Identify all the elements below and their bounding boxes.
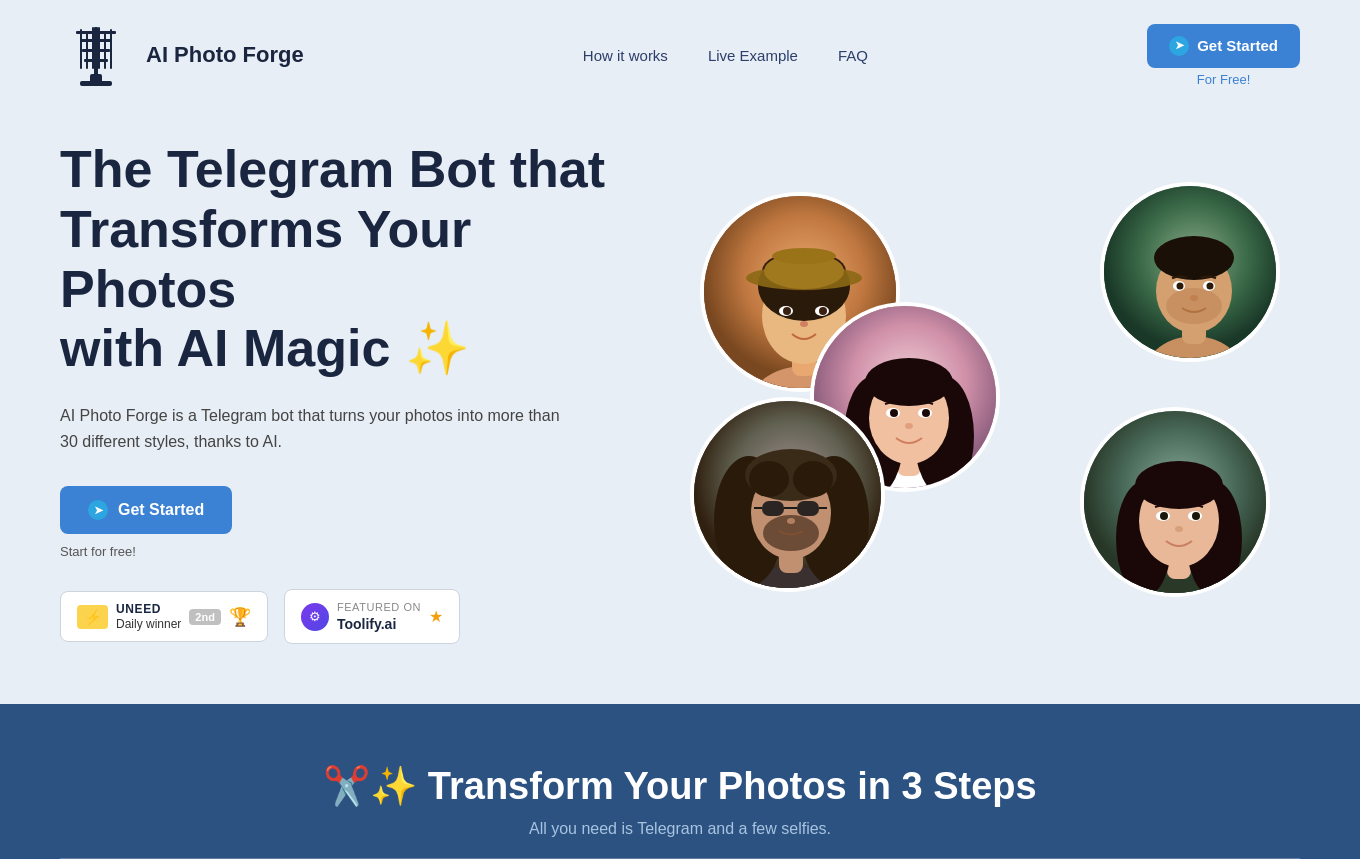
svg-point-49 xyxy=(905,423,913,429)
brand-name: AI Photo Forge xyxy=(146,42,304,68)
bolt-icon: ⚡ xyxy=(77,605,108,629)
svg-point-35 xyxy=(1177,282,1184,289)
steps-title: ✂️✨ Transform Your Photos in 3 Steps xyxy=(60,764,1300,808)
nav-faq[interactable]: FAQ xyxy=(838,47,868,64)
svg-point-47 xyxy=(890,409,898,417)
nav-live-example[interactable]: Live Example xyxy=(708,47,798,64)
header: AI Photo Forge How it works Live Example… xyxy=(0,0,1360,110)
steps-header: ✂️✨ Transform Your Photos in 3 Steps All… xyxy=(60,764,1300,838)
svg-point-21 xyxy=(772,248,836,264)
svg-point-72 xyxy=(1135,461,1223,509)
svg-rect-11 xyxy=(104,33,106,69)
nav-how-it-works[interactable]: How it works xyxy=(583,47,668,64)
hero-section: The Telegram Bot that Transforms Your Ph… xyxy=(0,110,1360,704)
start-free-label: Start for free! xyxy=(60,544,660,559)
svg-rect-1 xyxy=(80,81,112,86)
svg-point-48 xyxy=(922,409,930,417)
star-icon: ★ xyxy=(429,607,443,626)
svg-rect-10 xyxy=(98,27,100,69)
main-nav: How it works Live Example FAQ xyxy=(583,47,868,64)
svg-point-24 xyxy=(783,307,791,315)
svg-rect-9 xyxy=(92,27,94,69)
daily-winner-label: Daily winner xyxy=(116,617,181,631)
hero-subtitle: AI Photo Forge is a Telegram bot that tu… xyxy=(60,403,580,454)
svg-point-37 xyxy=(1190,295,1198,301)
hero-left: The Telegram Bot that Transforms Your Ph… xyxy=(60,140,660,644)
uneed-badge[interactable]: ⚡ UNEED Daily winner 2nd 🏆 xyxy=(60,591,268,642)
toolify-icon: ⚙ xyxy=(301,603,329,631)
telegram-icon: ➤ xyxy=(1169,36,1189,56)
svg-point-36 xyxy=(1207,282,1214,289)
person-face-2 xyxy=(1104,186,1276,358)
photo-circle-4 xyxy=(690,397,885,592)
toolify-badge[interactable]: ⚙ FEATURED ON Toolify.ai ★ xyxy=(284,589,460,643)
svg-point-31 xyxy=(1154,236,1234,280)
photo-circle-5 xyxy=(1080,407,1270,597)
svg-point-76 xyxy=(1192,512,1200,520)
steps-icon: ✂️✨ xyxy=(323,765,417,807)
svg-point-77 xyxy=(1175,526,1183,532)
svg-rect-3 xyxy=(80,39,112,42)
header-cta-wrapper: ➤ Get Started For Free! xyxy=(1147,24,1300,87)
svg-point-26 xyxy=(800,321,808,327)
svg-rect-7 xyxy=(80,29,82,69)
svg-rect-59 xyxy=(762,501,784,516)
rank-badge: 2nd xyxy=(189,609,221,625)
steps-subtitle: All you need is Telegram and a few selfi… xyxy=(60,820,1300,838)
hero-photo-collage xyxy=(660,172,1300,612)
badges-row: ⚡ UNEED Daily winner 2nd 🏆 ⚙ FEATURED ON… xyxy=(60,589,660,643)
toolify-name: Toolify.ai xyxy=(337,615,421,633)
svg-rect-12 xyxy=(110,29,112,69)
person-face-5 xyxy=(1084,411,1266,593)
svg-rect-60 xyxy=(797,501,819,516)
svg-point-32 xyxy=(1166,288,1222,324)
trophy-icon: 🏆 xyxy=(229,606,251,628)
svg-point-57 xyxy=(749,461,789,497)
featured-on-label: FEATURED ON xyxy=(337,600,421,614)
svg-point-65 xyxy=(787,518,795,524)
photo-circle-2 xyxy=(1100,182,1280,362)
header-for-free: For Free! xyxy=(1197,72,1250,87)
hero-title: The Telegram Bot that Transforms Your Ph… xyxy=(60,140,660,379)
logo-area: AI Photo Forge xyxy=(60,19,304,91)
svg-rect-8 xyxy=(86,33,88,69)
steps-section: ✂️✨ Transform Your Photos in 3 Steps All… xyxy=(0,704,1360,859)
uneed-brand: UNEED xyxy=(116,602,181,616)
hero-telegram-icon: ➤ xyxy=(88,500,108,520)
svg-point-44 xyxy=(865,358,953,406)
logo-icon xyxy=(60,19,132,91)
svg-point-58 xyxy=(793,461,833,497)
hero-get-started-button[interactable]: ➤ Get Started xyxy=(60,486,232,534)
svg-point-75 xyxy=(1160,512,1168,520)
person-face-4 xyxy=(694,401,881,588)
header-get-started-button[interactable]: ➤ Get Started xyxy=(1147,24,1300,68)
